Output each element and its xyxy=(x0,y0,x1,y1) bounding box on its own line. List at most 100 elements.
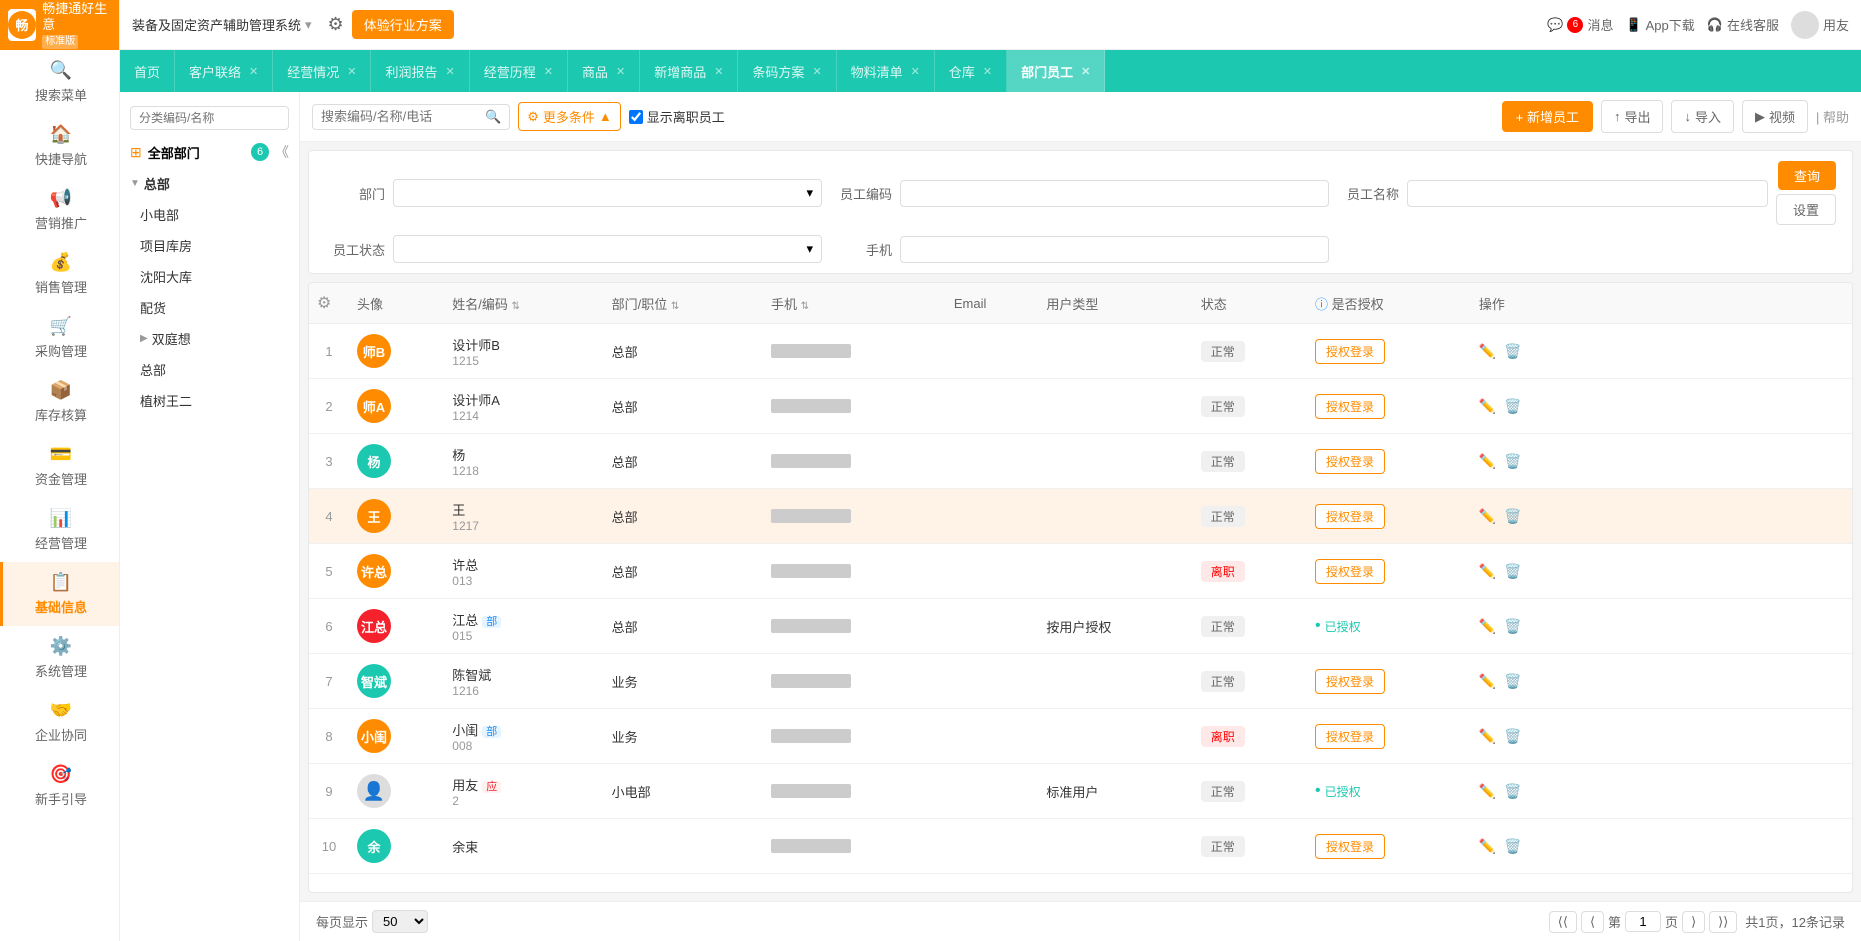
query-button[interactable]: 查询 xyxy=(1778,161,1836,190)
sidebar-item-sales[interactable]: 💰 销售管理 xyxy=(0,242,119,306)
sidebar-item-inventory[interactable]: 📦 库存核算 xyxy=(0,370,119,434)
dept-item-shenyang[interactable]: 沈阳大库 xyxy=(120,261,299,292)
next-page-btn[interactable]: ⟩ xyxy=(1682,911,1705,933)
sidebar-item-search[interactable]: 🔍 搜索菜单 xyxy=(0,50,119,114)
app-download-btn[interactable]: 📱 App下载 xyxy=(1625,15,1694,34)
auth-button[interactable]: 授权登录 xyxy=(1315,724,1385,749)
auth-button[interactable]: 授权登录 xyxy=(1315,449,1385,474)
auth-button[interactable]: 授权登录 xyxy=(1315,504,1385,529)
delete-icon[interactable]: 🗑️ xyxy=(1504,398,1521,415)
status-filter-select[interactable]: ▾ xyxy=(393,235,822,263)
delete-icon[interactable]: 🗑️ xyxy=(1504,508,1521,525)
last-page-btn[interactable]: ⟩⟩ xyxy=(1709,911,1737,933)
collapse-icon[interactable]: 《 xyxy=(275,142,289,162)
edit-icon[interactable]: ✏️ xyxy=(1479,508,1496,525)
show-resigned-checkbox[interactable]: 显示离职员工 xyxy=(629,107,725,126)
close-icon[interactable]: ✕ xyxy=(983,65,992,78)
phone-input[interactable] xyxy=(900,236,1329,263)
delete-icon[interactable]: 🗑️ xyxy=(1504,673,1521,690)
message-btn[interactable]: 💬 6 消息 xyxy=(1547,15,1613,34)
sidebar-item-nav[interactable]: 🏠 快捷导航 xyxy=(0,114,119,178)
more-filters-btn[interactable]: ⚙ 更多条件 ▲ xyxy=(518,102,621,131)
user-btn[interactable]: 用友 xyxy=(1791,11,1849,39)
sidebar-item-system[interactable]: ⚙️ 系统管理 xyxy=(0,626,119,690)
sidebar-item-guide[interactable]: 🎯 新手引导 xyxy=(0,754,119,818)
dept-item-xiaodian[interactable]: 小电部 xyxy=(120,199,299,230)
edit-icon[interactable]: ✏️ xyxy=(1479,453,1496,470)
view-button[interactable]: ▶ 视频 xyxy=(1742,100,1808,133)
auth-button[interactable]: 授权登录 xyxy=(1315,669,1385,694)
sidebar-item-purchase[interactable]: 🛒 采购管理 xyxy=(0,306,119,370)
gear-settings-icon[interactable]: ⚙ xyxy=(328,14,344,35)
reset-button[interactable]: 设置 xyxy=(1776,194,1836,225)
close-icon[interactable]: ✕ xyxy=(544,65,553,78)
edit-icon[interactable]: ✏️ xyxy=(1479,728,1496,745)
edit-icon[interactable]: ✏️ xyxy=(1479,783,1496,800)
close-icon[interactable]: ✕ xyxy=(911,65,920,78)
online-service-btn[interactable]: 🎧 在线客服 xyxy=(1707,15,1779,34)
dept-search-input[interactable] xyxy=(130,106,289,130)
tab-customer[interactable]: 客户联络 ✕ xyxy=(175,50,273,92)
delete-icon[interactable]: 🗑️ xyxy=(1504,453,1521,470)
sidebar-item-marketing[interactable]: 📢 营销推广 xyxy=(0,178,119,242)
prev-page-btn[interactable]: ⟨ xyxy=(1581,911,1604,933)
tab-material[interactable]: 物料清单 ✕ xyxy=(837,50,935,92)
dept-item-zhishu[interactable]: 植树王二 xyxy=(120,385,299,416)
add-employee-button[interactable]: + 新增员工 xyxy=(1502,101,1593,132)
table-settings-icon[interactable]: ⚙ xyxy=(317,295,331,312)
dept-item-headquarters[interactable]: ▼ 总部 xyxy=(120,168,299,199)
auth-button[interactable]: 授权登录 xyxy=(1315,394,1385,419)
search-icon[interactable]: 🔍 xyxy=(485,109,501,125)
emp-name-input[interactable] xyxy=(1407,180,1768,207)
dept-filter-select[interactable]: ▾ xyxy=(393,179,822,207)
page-input[interactable] xyxy=(1625,911,1661,932)
import-button[interactable]: ↓ 导入 xyxy=(1671,100,1734,133)
close-icon[interactable]: ✕ xyxy=(616,65,625,78)
dept-item-shuangtingxiang[interactable]: ▶ 双庭想 xyxy=(120,323,299,354)
close-icon[interactable]: ✕ xyxy=(812,65,821,78)
dept-item-zongbu[interactable]: 总部 xyxy=(120,354,299,385)
info-icon[interactable]: ⓘ xyxy=(1315,297,1328,312)
edit-icon[interactable]: ✏️ xyxy=(1479,563,1496,580)
col-dept[interactable]: 部门/职位 ⇅ xyxy=(604,283,763,324)
close-icon[interactable]: ✕ xyxy=(1081,65,1090,78)
delete-icon[interactable]: 🗑️ xyxy=(1504,783,1521,800)
auth-button[interactable]: 授权登录 xyxy=(1315,834,1385,859)
edit-icon[interactable]: ✏️ xyxy=(1479,838,1496,855)
help-btn[interactable]: | 帮助 xyxy=(1816,107,1849,126)
tab-operation-history[interactable]: 经营历程 ✕ xyxy=(470,50,568,92)
delete-icon[interactable]: 🗑️ xyxy=(1504,343,1521,360)
resigned-checkbox-input[interactable] xyxy=(629,110,643,124)
delete-icon[interactable]: 🗑️ xyxy=(1504,728,1521,745)
per-page-select[interactable]: 50 20 100 xyxy=(372,910,428,933)
sidebar-item-operation[interactable]: 📊 经营管理 xyxy=(0,498,119,562)
experience-button[interactable]: 体验行业方案 xyxy=(352,10,454,39)
first-page-btn[interactable]: ⟨⟨ xyxy=(1549,911,1577,933)
col-name[interactable]: 姓名/编码 ⇅ xyxy=(444,283,603,324)
delete-icon[interactable]: 🗑️ xyxy=(1504,838,1521,855)
export-button[interactable]: ↑ 导出 xyxy=(1601,100,1664,133)
edit-icon[interactable]: ✏️ xyxy=(1479,618,1496,635)
dept-item-project[interactable]: 项目库房 xyxy=(120,230,299,261)
search-input[interactable] xyxy=(321,109,481,124)
close-icon[interactable]: ✕ xyxy=(249,65,258,78)
auth-button[interactable]: 授权登录 xyxy=(1315,559,1385,584)
col-phone[interactable]: 手机 ⇅ xyxy=(763,283,946,324)
tab-operation-status[interactable]: 经营情况 ✕ xyxy=(273,50,371,92)
emp-code-input[interactable] xyxy=(900,180,1329,207)
sidebar-item-finance[interactable]: 💳 资金管理 xyxy=(0,434,119,498)
tab-employees[interactable]: 部门员工 ✕ xyxy=(1007,50,1105,92)
close-icon[interactable]: ✕ xyxy=(347,65,356,78)
sidebar-item-collab[interactable]: 🤝 企业协同 xyxy=(0,690,119,754)
tab-warehouse[interactable]: 仓库 ✕ xyxy=(935,50,1007,92)
edit-icon[interactable]: ✏️ xyxy=(1479,343,1496,360)
tab-product[interactable]: 商品 ✕ xyxy=(568,50,640,92)
tab-barcode[interactable]: 条码方案 ✕ xyxy=(738,50,836,92)
tab-add-product[interactable]: 新增商品 ✕ xyxy=(640,50,738,92)
close-icon[interactable]: ✕ xyxy=(446,65,455,78)
tab-home[interactable]: 首页 xyxy=(120,50,175,92)
auth-button[interactable]: 授权登录 xyxy=(1315,339,1385,364)
delete-icon[interactable]: 🗑️ xyxy=(1504,563,1521,580)
edit-icon[interactable]: ✏️ xyxy=(1479,398,1496,415)
sidebar-item-basic[interactable]: 📋 基础信息 xyxy=(0,562,119,626)
